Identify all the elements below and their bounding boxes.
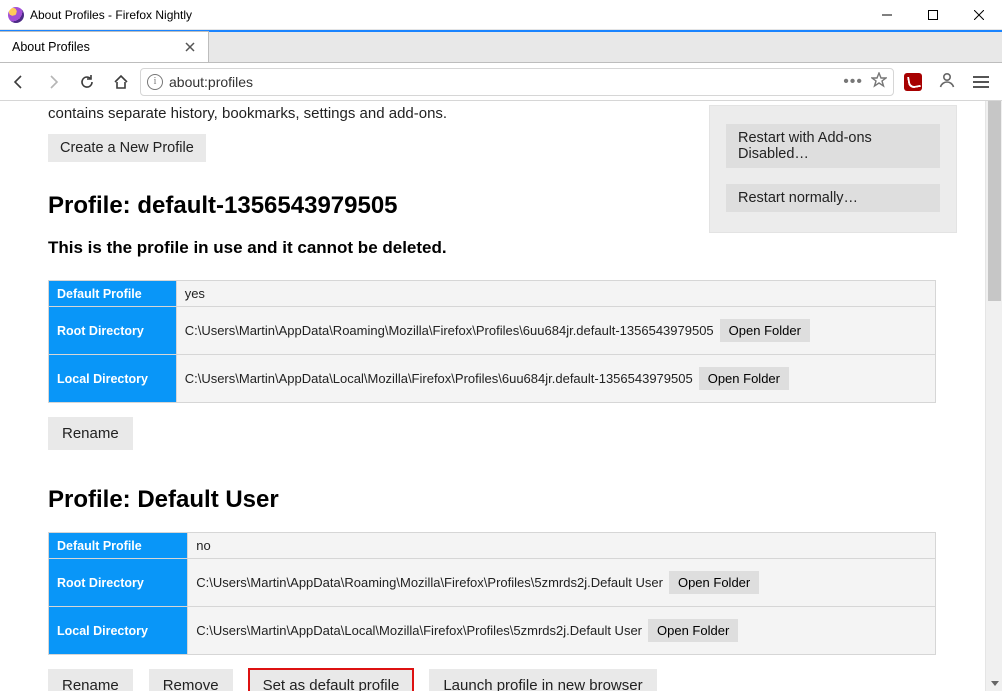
- rename-button[interactable]: Rename: [48, 417, 133, 450]
- tab-close-button[interactable]: [180, 37, 200, 57]
- window-title: About Profiles - Firefox Nightly: [30, 8, 192, 22]
- th-local-dir: Local Directory: [49, 355, 177, 403]
- firefox-nightly-icon: [8, 7, 24, 23]
- restart-normally-button[interactable]: Restart normally…: [726, 184, 940, 212]
- launch-profile-button[interactable]: Launch profile in new browser: [429, 669, 656, 691]
- profile-table: Default Profile no Root Directory C:\Use…: [48, 532, 936, 655]
- open-root-folder-button[interactable]: Open Folder: [720, 319, 810, 342]
- forward-button[interactable]: [38, 67, 68, 97]
- open-root-folder-button[interactable]: Open Folder: [669, 571, 759, 594]
- set-default-profile-button[interactable]: Set as default profile: [249, 669, 414, 691]
- open-local-folder-button[interactable]: Open Folder: [648, 619, 738, 642]
- url-actions: •••: [843, 72, 887, 91]
- scrollbar-thumb[interactable]: [988, 101, 1001, 301]
- td-default-value: yes: [176, 281, 935, 307]
- local-dir-path: C:\Users\Martin\AppData\Local\Mozilla\Fi…: [196, 623, 642, 638]
- back-button[interactable]: [4, 67, 34, 97]
- profile-title: Profile: Default User: [48, 486, 985, 514]
- th-root-dir: Root Directory: [49, 559, 188, 607]
- app-menu-button[interactable]: [966, 67, 996, 97]
- create-profile-button[interactable]: Create a New Profile: [48, 134, 206, 162]
- tab-label: About Profiles: [12, 40, 90, 54]
- tab-strip: About Profiles: [0, 30, 1002, 63]
- restart-panel: Restart with Add-ons Disabled… Restart n…: [709, 105, 957, 233]
- vertical-scrollbar[interactable]: [985, 101, 1002, 691]
- remove-button[interactable]: Remove: [149, 669, 233, 691]
- th-default-profile: Default Profile: [49, 281, 177, 307]
- nav-toolbar: i about:profiles •••: [0, 63, 1002, 101]
- rename-button[interactable]: Rename: [48, 669, 133, 691]
- root-dir-path: C:\Users\Martin\AppData\Roaming\Mozilla\…: [196, 575, 663, 590]
- th-local-dir: Local Directory: [49, 607, 188, 655]
- url-bar[interactable]: i about:profiles •••: [140, 68, 894, 96]
- profile-table: Default Profile yes Root Directory C:\Us…: [48, 280, 936, 403]
- home-button[interactable]: [106, 67, 136, 97]
- th-root-dir: Root Directory: [49, 307, 177, 355]
- url-text: about:profiles: [169, 74, 253, 90]
- window-minimize-button[interactable]: [864, 0, 910, 30]
- reload-button[interactable]: [72, 67, 102, 97]
- account-icon[interactable]: [932, 67, 962, 97]
- th-default-profile: Default Profile: [49, 533, 188, 559]
- scroll-down-arrow[interactable]: [986, 674, 1002, 691]
- window-close-button[interactable]: [956, 0, 1002, 30]
- restart-addons-disabled-button[interactable]: Restart with Add-ons Disabled…: [726, 124, 940, 168]
- page-actions-icon[interactable]: •••: [843, 73, 863, 91]
- window-titlebar: About Profiles - Firefox Nightly: [0, 0, 1002, 30]
- window-maximize-button[interactable]: [910, 0, 956, 30]
- root-dir-path: C:\Users\Martin\AppData\Roaming\Mozilla\…: [185, 323, 714, 338]
- site-info-icon[interactable]: i: [147, 74, 163, 90]
- open-local-folder-button[interactable]: Open Folder: [699, 367, 789, 390]
- profile-in-use-msg: This is the profile in use and it cannot…: [48, 238, 985, 258]
- ublock-icon[interactable]: [898, 67, 928, 97]
- bookmark-star-icon[interactable]: [871, 72, 887, 91]
- content-area: contains separate history, bookmarks, se…: [0, 101, 985, 691]
- local-dir-path: C:\Users\Martin\AppData\Local\Mozilla\Fi…: [185, 371, 693, 386]
- tab-about-profiles[interactable]: About Profiles: [0, 31, 209, 62]
- td-default-value: no: [188, 533, 936, 559]
